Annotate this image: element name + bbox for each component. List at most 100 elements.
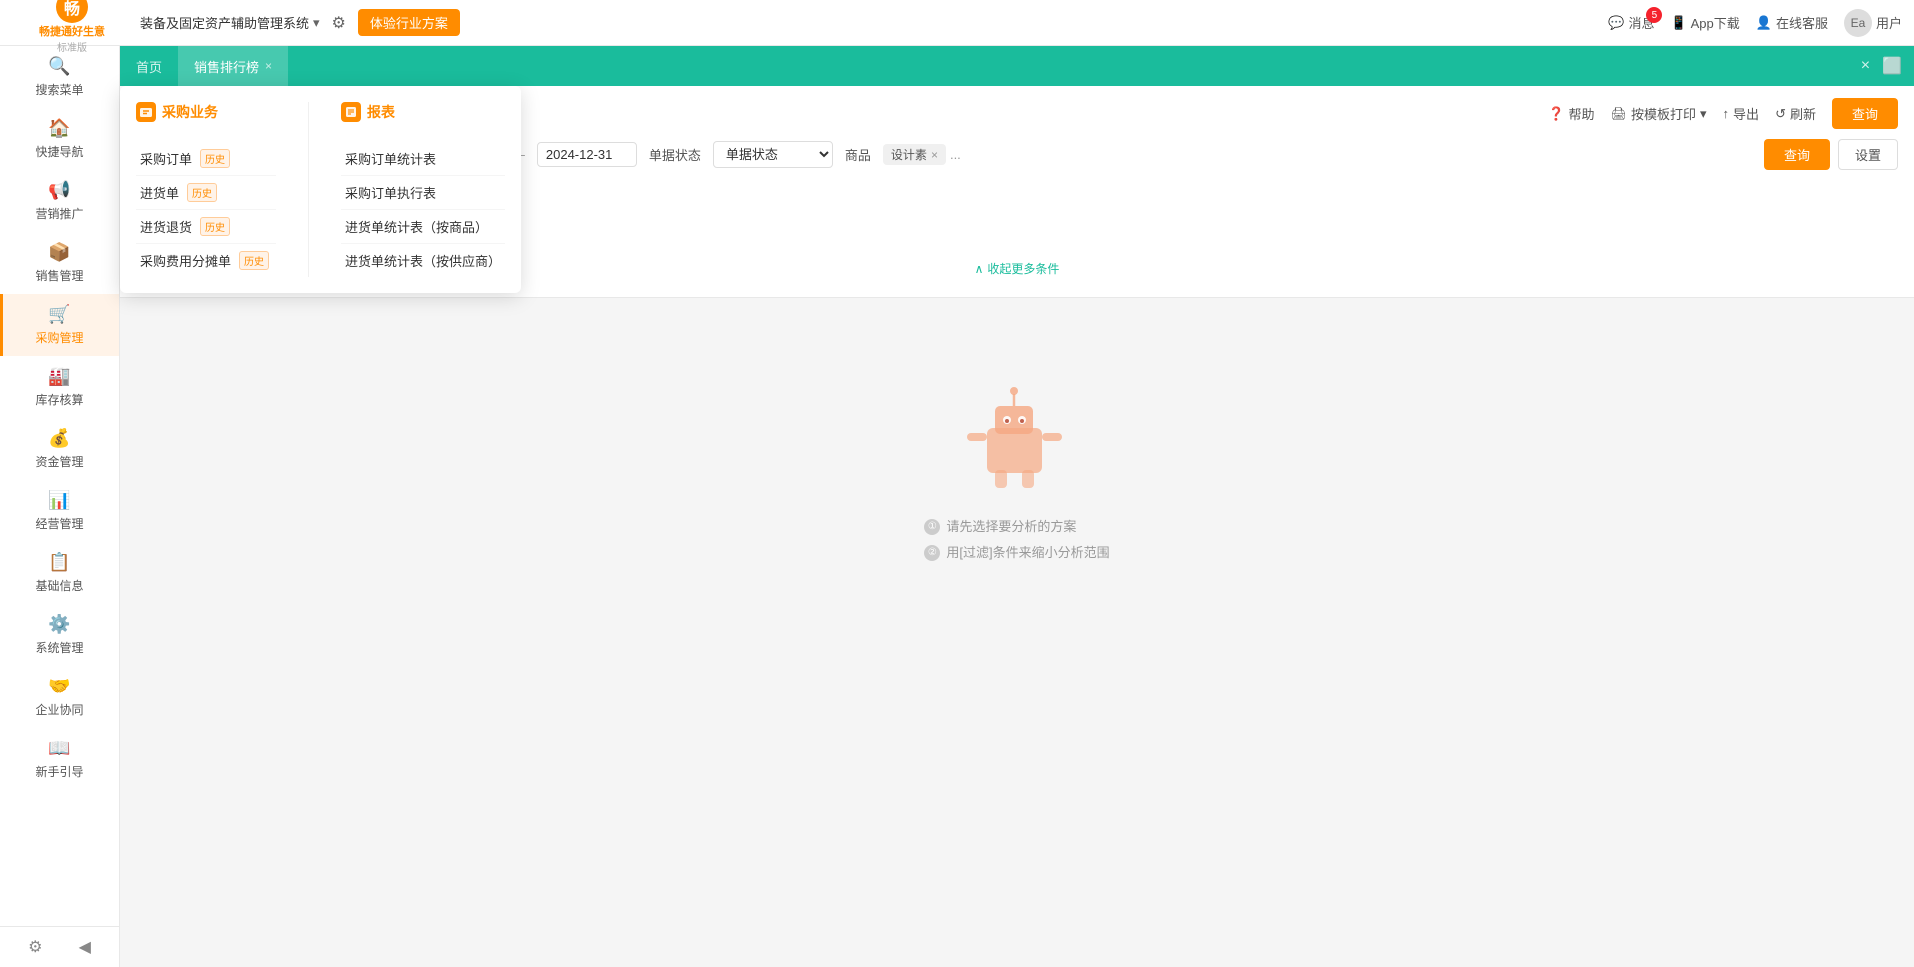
dropdown-item-purchase-stat[interactable]: 采购订单统计表 [341, 142, 505, 176]
purchase-column-title: 采购业务 [136, 102, 276, 130]
tab-bar-right: × ⬜ [1861, 56, 1902, 76]
empty-illustration [957, 378, 1077, 498]
sidebar-label-basic: 基础信息 [35, 577, 83, 594]
dropdown-item-return[interactable]: 进货退货 历史 [136, 210, 276, 244]
collapse-up-icon: ∧ [975, 262, 984, 276]
dropdown-item-expense[interactable]: 采购费用分摊单 历史 [136, 244, 276, 277]
sidebar-settings-btn[interactable]: ⚙ [28, 937, 42, 957]
avatar: Ea [1844, 9, 1872, 37]
operation-icon: 📊 [48, 490, 70, 511]
goods-tag-close[interactable]: × [931, 148, 938, 162]
print-icon: 🖨 [1610, 106, 1627, 122]
tab-bar: 首页 销售排行榜 × × ⬜ [120, 46, 1914, 86]
home-icon: 🏠 [48, 118, 70, 139]
dropdown-arrow-icon[interactable]: ▾ [313, 15, 320, 31]
help-btn[interactable]: ❓ 帮助 [1548, 104, 1594, 123]
purchase-exec-label: 采购订单执行表 [345, 183, 436, 202]
print-dropdown-icon[interactable]: ▾ [1700, 106, 1707, 122]
cooperation-icon: 🤝 [48, 676, 70, 697]
empty-text-block: ① 请先选择要分析的方案 ② 用[过滤]条件来缩小分析范围 [924, 514, 1109, 566]
dropdown-item-purchase-order[interactable]: 采购订单 历史 [136, 142, 276, 176]
sidebar-label-finance: 资金管理 [35, 453, 83, 470]
tab-close-icon[interactable]: × [265, 59, 272, 73]
sidebar-label-operation: 经营管理 [35, 515, 83, 532]
export-icon: ↑ [1723, 106, 1730, 121]
report-col-icon [341, 102, 361, 122]
refresh-icon: ↺ [1775, 106, 1786, 122]
export-label: 导出 [1733, 104, 1759, 123]
message-btn[interactable]: 💬 消息 5 [1608, 13, 1654, 32]
empty-svg [957, 378, 1077, 498]
app-download-btn[interactable]: 📱 App下载 [1670, 13, 1739, 32]
tab-window-close-icon[interactable]: × [1861, 57, 1870, 75]
tab-sales-rank[interactable]: 销售排行榜 × [178, 46, 288, 86]
date-to-input[interactable] [537, 142, 637, 167]
user-label: 用户 [1876, 13, 1902, 32]
tab-window-max-icon[interactable]: ⬜ [1882, 56, 1902, 76]
guide-icon: 📖 [48, 738, 70, 759]
sidebar-item-cooperation[interactable]: 🤝 企业协同 [0, 666, 119, 728]
expense-label: 采购费用分摊单 [140, 251, 231, 270]
industry-btn[interactable]: 体验行业方案 [358, 9, 460, 36]
message-icon: 💬 [1608, 15, 1624, 31]
sales-icon: 📦 [48, 242, 70, 263]
sidebar-label-purchase: 采购管理 [35, 329, 83, 346]
online-service-btn[interactable]: 👤 在线客服 [1756, 13, 1828, 32]
empty-state: ① 请先选择要分析的方案 ② 用[过滤]条件来缩小分析范围 [120, 298, 1914, 646]
dropdown-item-inbound-by-goods[interactable]: 进货单统计表（按商品） [341, 210, 505, 244]
settings-icon[interactable]: ⚙ [332, 13, 346, 33]
query-btn-2[interactable]: 查询 [1764, 139, 1830, 170]
purchase-order-label: 采购订单 [140, 149, 192, 168]
sidebar-collapse-btn[interactable]: ◀ [79, 937, 91, 957]
empty-tip-2: ② 用[过滤]条件来缩小分析范围 [924, 540, 1109, 566]
goods-label: 商品 [845, 145, 871, 164]
purchase-col-svg [139, 105, 153, 119]
sidebar-item-operation[interactable]: 📊 经营管理 [0, 480, 119, 542]
basic-icon: 📋 [48, 552, 70, 573]
tip-num-2: ② [924, 545, 940, 561]
sidebar-item-basic[interactable]: 📋 基础信息 [0, 542, 119, 604]
query-btn[interactable]: 查询 [1832, 98, 1898, 129]
sidebar-item-quick[interactable]: 🏠 快捷导航 [0, 108, 119, 170]
export-btn[interactable]: ↑ 导出 [1723, 104, 1760, 123]
goods-dots-btn[interactable]: ... [950, 147, 961, 162]
collapse-text: 收起更多条件 [987, 260, 1059, 277]
settings-btn[interactable]: 设置 [1838, 139, 1898, 170]
sidebar-label-quick: 快捷导航 [35, 143, 83, 160]
inbound-by-goods-label: 进货单统计表（按商品） [345, 217, 488, 236]
system-icon: ⚙️ [48, 614, 70, 635]
dropdown-item-purchase-exec[interactable]: 采购订单执行表 [341, 176, 505, 210]
purchase-col-icon [136, 102, 156, 122]
sidebar-label-search: 搜索菜单 [35, 81, 83, 98]
sidebar-label-system: 系统管理 [35, 639, 83, 656]
help-label: 帮助 [1568, 104, 1594, 123]
top-header: 畅 畅捷通好生意 标准版 装备及固定资产辅助管理系统 ▾ ⚙ 体验行业方案 💬 … [0, 0, 1914, 46]
dropdown-item-inbound[interactable]: 进货单 历史 [136, 176, 276, 210]
action-btns: 查询 设置 [1764, 139, 1898, 170]
doc-status-label: 单据状态 [649, 145, 701, 164]
sidebar-item-system[interactable]: ⚙️ 系统管理 [0, 604, 119, 666]
hist-badge-1: 历史 [187, 183, 217, 202]
report-col-svg [344, 105, 358, 119]
sidebar-item-sales[interactable]: 📦 销售管理 [0, 232, 119, 294]
dropdown-item-inbound-by-supplier[interactable]: 进货单统计表（按供应商） [341, 244, 505, 277]
logo-icon: 畅 [56, 0, 88, 23]
print-btn[interactable]: 🖨 按模板打印 ▾ [1610, 104, 1706, 123]
sidebar-item-marketing[interactable]: 📢 营销推广 [0, 170, 119, 232]
purchase-column-label: 采购业务 [162, 102, 218, 122]
refresh-btn[interactable]: ↺ 刷新 [1775, 104, 1816, 123]
sidebar-label-sales: 销售管理 [35, 267, 83, 284]
sidebar-item-purchase[interactable]: 🛒 采购管理 [0, 294, 119, 356]
sidebar-item-search[interactable]: 🔍 搜索菜单 [0, 46, 119, 108]
logo-area: 畅 畅捷通好生意 标准版 [12, 0, 132, 54]
sidebar-item-finance[interactable]: 💰 资金管理 [0, 418, 119, 480]
sidebar-item-inventory[interactable]: 🏭 库存核算 [0, 356, 119, 418]
sidebar-item-guide[interactable]: 📖 新手引导 [0, 728, 119, 790]
sidebar-bottom: ⚙ ◀ [0, 926, 119, 967]
print-label: 按模板打印 [1631, 104, 1696, 123]
tip-num-1: ① [924, 519, 940, 535]
user-btn[interactable]: Ea 用户 [1844, 9, 1902, 37]
doc-status-select[interactable]: 单据状态 [713, 141, 833, 168]
goods-tag: 设计素 × [883, 144, 946, 165]
sidebar-label-inventory: 库存核算 [35, 391, 83, 408]
